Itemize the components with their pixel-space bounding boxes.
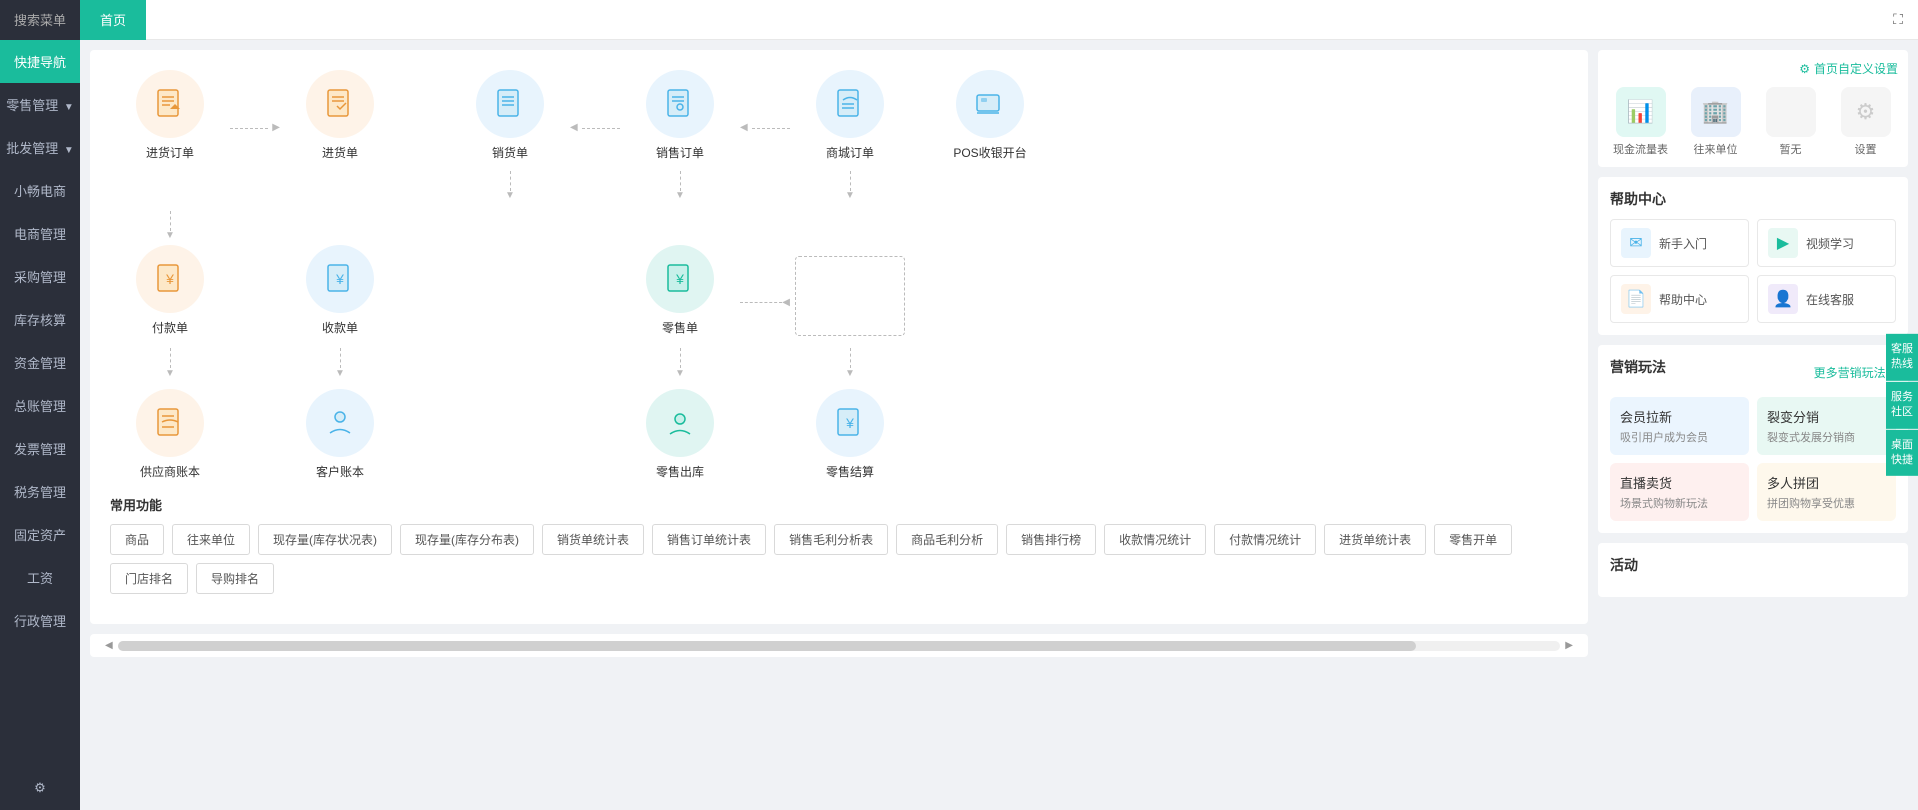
func-btn-收款情况[interactable]: 收款情况统计 [1104,524,1206,555]
help-item-新手入门[interactable]: ✉新手入门 [1610,219,1749,267]
sidebar-settings[interactable]: ⚙ [0,766,80,810]
sidebar-item-quick-nav[interactable]: 快捷导航 [0,40,80,83]
marketing-item-裂变分销[interactable]: 裂变分销裂变式发展分销商 [1757,397,1896,455]
quick-access-panel: ⚙ 首页自定义设置 📊现金流量表🏢往来单位暂无⚙设置 [1598,50,1908,167]
flow-node-customer-book[interactable]: 客户账本 [280,389,400,480]
search-menu[interactable]: 搜索菜单 [0,0,80,40]
help-icon-在线客服: 👤 [1768,284,1798,314]
fullscreen-icon[interactable]: ⛶ [1888,10,1908,30]
svg-text:¥: ¥ [675,271,684,287]
sidebar-item-tax[interactable]: 税务管理 [0,470,80,513]
scroll-row: ◀ ▶ [90,634,1588,657]
func-btn-门店排名[interactable]: 门店排名 [110,563,188,594]
quick-icons-row: 📊现金流量表🏢往来单位暂无⚙设置 [1608,87,1898,157]
more-marketing-link[interactable]: 更多营销玩法 > [1814,364,1896,381]
flow-node-mall-order[interactable]: 商城订单 [790,70,910,161]
flow-diagram: 进货订单 ▶ [110,70,1568,480]
tab-home[interactable]: 首页 [80,0,146,40]
sidebar-item-ecommerce-small[interactable]: 小畅电商 [0,169,80,212]
help-item-视频学习[interactable]: ▶视频学习 [1757,219,1896,267]
sidebar-item-wholesale[interactable]: 批发管理 ▼ [0,126,80,169]
marketing-item-多人拼团[interactable]: 多人拼团拼团购物享受优惠 [1757,463,1896,521]
floating-buttons: 客服热线 服务社区 桌面快捷 [1886,334,1918,476]
float-btn-community[interactable]: 服务社区 [1886,382,1918,429]
flow-node-purchase-slip[interactable]: 进货单 [280,70,400,161]
help-item-在线客服[interactable]: 👤在线客服 [1757,275,1896,323]
func-btn-现存量([interactable]: 现存量(库存状况表) [258,524,392,555]
float-btn-desktop[interactable]: 桌面快捷 [1886,429,1918,476]
sidebar-item-invoice[interactable]: 发票管理 [0,427,80,470]
func-btn-导购排名[interactable]: 导购排名 [196,563,274,594]
sidebar-item-ledger[interactable]: 总账管理 [0,384,80,427]
marketing-item-会员拉新[interactable]: 会员拉新吸引用户成为会员 [1610,397,1749,455]
svg-text:¥: ¥ [845,415,854,431]
func-btn-销售订单[interactable]: 销售订单统计表 [652,524,766,555]
sidebar: 快捷导航 零售管理 ▼ 批发管理 ▼ 小畅电商 电商管理 采购管理 库存核算 资… [0,40,80,810]
func-btn-销售毛利[interactable]: 销售毛利分析表 [774,524,888,555]
common-funcs-title: 常用功能 [110,495,1568,514]
sidebar-item-admin[interactable]: 行政管理 [0,599,80,642]
quick-nav-area: 进货订单 ▶ [90,50,1588,624]
marketing-panel: 营销玩法 更多营销玩法 > 会员拉新吸引用户成为会员裂变分销裂变式发展分销商直播… [1598,345,1908,533]
help-center-title: 帮助中心 [1610,189,1896,209]
activity-panel: 活动 [1598,543,1908,597]
flow-node-retail-settle[interactable]: ¥ 零售结算 [790,389,910,480]
chevron-down-icon: ▼ [64,145,74,156]
func-btn-进货单统[interactable]: 进货单统计表 [1324,524,1426,555]
sidebar-item-assets[interactable]: 固定资产 [0,513,80,556]
arrow-mall-to-sales-order: ◀ [740,123,790,161]
quick-icon-往来单位[interactable]: 🏢往来单位 [1683,87,1748,157]
sidebar-item-inventory[interactable]: 库存核算 [0,298,80,341]
marketing-title: 营销玩法 [1610,357,1666,377]
sidebar-item-purchase[interactable]: 采购管理 [0,255,80,298]
svg-text:¥: ¥ [335,271,344,287]
right-panel: ⚙ 首页自定义设置 📊现金流量表🏢往来单位暂无⚙设置 帮助中心 ✉新手入门▶视频… [1598,40,1918,810]
help-grid: ✉新手入门▶视频学习📄帮助中心👤在线客服 [1610,219,1896,323]
sidebar-item-finance[interactable]: 资金管理 [0,341,80,384]
func-btn-往来单位[interactable]: 往来单位 [172,524,250,555]
help-icon-新手入门: ✉ [1621,228,1651,258]
quick-icon-设置[interactable]: ⚙设置 [1833,87,1898,157]
quick-access-setting[interactable]: ⚙ 首页自定义设置 [1799,60,1898,77]
help-icon-帮助中心: 📄 [1621,284,1651,314]
gear-icon: ⚙ [1799,62,1810,76]
sidebar-item-payroll[interactable]: 工资 [0,556,80,599]
common-funcs: 常用功能 商品往来单位现存量(库存状况表) 现存量(库存分布表) 销货单统计表销售订… [110,480,1568,604]
arrow-sales-order-to-slip: ◀ [570,123,620,161]
arrow-purchase-order-to-slip: ▶ [230,123,280,161]
svg-text:¥: ¥ [165,271,174,287]
flow-node-purchase-order[interactable]: 进货订单 [110,70,230,161]
chevron-down-icon: ▼ [64,102,74,113]
scroll-right-arrow[interactable]: ▶ [1560,640,1578,651]
func-btn-商品毛利[interactable]: 商品毛利分析 [896,524,998,555]
help-center-panel: 帮助中心 ✉新手入门▶视频学习📄帮助中心👤在线客服 [1598,177,1908,335]
flow-node-sales-slip[interactable]: 销货单 [450,70,570,161]
flow-node-retail-out[interactable]: 零售出库 [620,389,740,480]
sidebar-item-retail[interactable]: 零售管理 ▼ [0,83,80,126]
scroll-bar[interactable] [118,641,1561,651]
func-btn-销货单统[interactable]: 销货单统计表 [542,524,644,555]
help-item-帮助中心[interactable]: 📄帮助中心 [1610,275,1749,323]
float-btn-service[interactable]: 客服热线 [1886,334,1918,381]
scroll-left-arrow[interactable]: ◀ [100,640,118,651]
func-grid: 商品往来单位现存量(库存状况表)现存量(库存分布表)销货单统计表销售订单统计表销… [110,524,1568,594]
func-btn-销售排行[interactable]: 销售排行榜 [1006,524,1096,555]
func-btn-现存量([interactable]: 现存量(库存分布表) [400,524,534,555]
marketing-item-直播卖货[interactable]: 直播卖货场景式购物新玩法 [1610,463,1749,521]
func-btn-零售开单[interactable]: 零售开单 [1434,524,1512,555]
quick-icon-现金流量表[interactable]: 📊现金流量表 [1608,87,1673,157]
sidebar-item-ecommerce[interactable]: 电商管理 [0,212,80,255]
marketing-grid: 会员拉新吸引用户成为会员裂变分销裂变式发展分销商直播卖货场景式购物新玩法多人拼团… [1610,397,1896,521]
flow-node-sales-order[interactable]: 销售订单 [620,70,740,161]
func-btn-商品[interactable]: 商品 [110,524,164,555]
activity-title: 活动 [1610,555,1896,575]
flow-node-pos[interactable]: POS收银开台 [930,70,1050,161]
help-icon-视频学习: ▶ [1768,228,1798,258]
quick-icon-暂无[interactable]: 暂无 [1758,87,1823,157]
func-btn-付款情况[interactable]: 付款情况统计 [1214,524,1316,555]
flow-node-supplier-book[interactable]: 供应商账本 [110,389,230,480]
